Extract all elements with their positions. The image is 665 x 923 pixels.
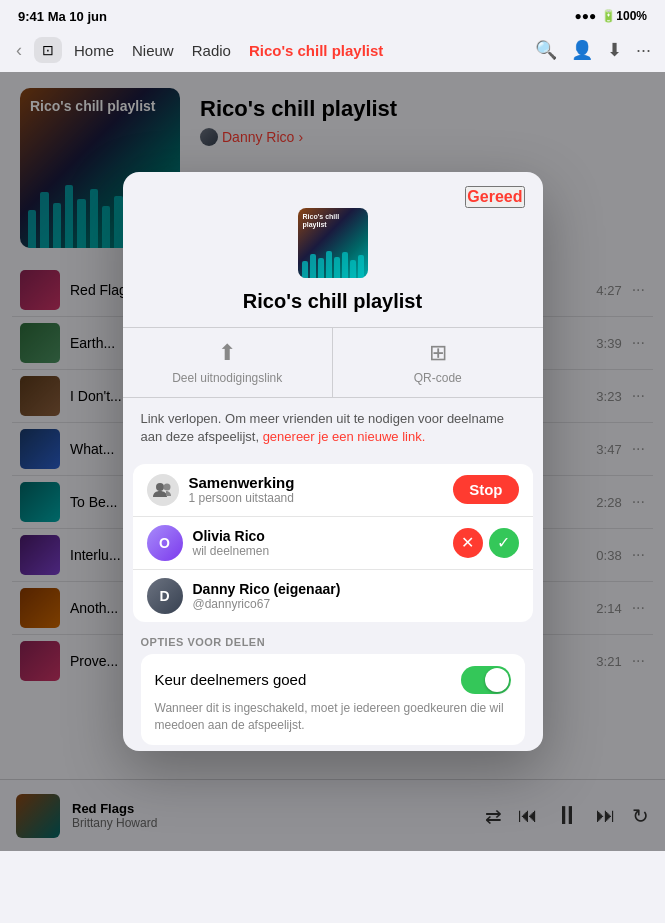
battery-icon: 🔋100% <box>601 9 647 23</box>
person-handle-danny: @dannyrico67 <box>193 597 519 611</box>
more-button[interactable]: ··· <box>634 38 653 63</box>
olivia-actions: ✕ ✓ <box>453 528 519 558</box>
qr-code-label: QR-code <box>414 371 462 385</box>
search-button[interactable]: 🔍 <box>533 37 559 63</box>
options-section-label: OPTIES VOOR DELEN <box>141 636 525 648</box>
status-right: ●●● 🔋100% <box>575 9 647 23</box>
svg-point-0 <box>156 483 164 491</box>
toggle-description: Wanneer dit is ingeschakeld, moet je ied… <box>155 700 511 734</box>
tab-home[interactable]: Home <box>74 42 114 59</box>
modal-cover-text: Rico's chill playlist <box>303 213 363 230</box>
collaboration-section: Samenwerking 1 persoon uitstaand Stop O … <box>133 464 533 622</box>
back-button[interactable]: ‹ <box>12 36 26 65</box>
tab-radio[interactable]: Radio <box>192 42 231 59</box>
nav-bar: ‹ ⊡ Home Nieuw Radio Rico's chill playli… <box>0 28 665 72</box>
share-tab-qr[interactable]: ⊞ QR-code <box>333 328 543 397</box>
modal-cover-container: Rico's chill playlist <box>123 208 543 290</box>
tab-nieuw[interactable]: Nieuw <box>132 42 174 59</box>
collab-count: 1 persoon uitstaand <box>189 491 295 505</box>
modal-header: Gereed <box>123 172 543 208</box>
accept-olivia-button[interactable]: ✓ <box>489 528 519 558</box>
person-info-danny: Danny Rico (eigenaar) @dannyrico67 <box>193 581 519 611</box>
approve-toggle[interactable] <box>461 666 511 694</box>
person-status-olivia: wil deelnemen <box>193 544 443 558</box>
status-bar: 9:41 Ma 10 jun ●●● 🔋100% <box>0 0 665 28</box>
modal-overlay: Gereed Rico's chill playlist <box>0 72 665 851</box>
person-row-olivia: O Olivia Rico wil deelnemen ✕ ✓ <box>133 517 533 570</box>
status-time: 9:41 Ma 10 jun <box>18 9 107 24</box>
person-row-danny: D Danny Rico (eigenaar) @dannyrico67 <box>133 570 533 622</box>
tab-playlist[interactable]: Rico's chill playlist <box>249 42 383 59</box>
modal-cover-art: Rico's chill playlist <box>298 208 368 278</box>
svg-point-1 <box>163 483 170 490</box>
sidebar-icon: ⊡ <box>42 42 54 58</box>
options-section: OPTIES VOOR DELEN Keur deelnemers goed W… <box>123 628 543 752</box>
toggle-row: Keur deelnemers goed <box>155 666 511 694</box>
share-tabs: ⬆ Deel uitnodigings­link ⊞ QR-code <box>123 327 543 398</box>
toggle-label: Keur deelnemers goed <box>155 671 307 688</box>
options-row: Keur deelnemers goed Wanneer dit is inge… <box>141 654 525 746</box>
share-tab-invite[interactable]: ⬆ Deel uitnodigings­link <box>123 328 334 397</box>
collab-title: Samenwerking <box>189 474 295 491</box>
link-section: Link verlopen. Om meer vrienden uit te n… <box>123 398 543 458</box>
share-invite-label: Deel uitnodigings­link <box>172 371 282 385</box>
generate-link-button[interactable]: genereer je een nieuwe link. <box>263 429 426 444</box>
profile-button[interactable]: 👤 <box>569 37 595 63</box>
nav-actions: 🔍 👤 ⬇ ··· <box>533 37 653 63</box>
share-modal: Gereed Rico's chill playlist <box>123 172 543 752</box>
reject-olivia-button[interactable]: ✕ <box>453 528 483 558</box>
person-info-olivia: Olivia Rico wil deelnemen <box>193 528 443 558</box>
main-content: Rico's chill playlist Rico's chill playl… <box>0 72 665 851</box>
collaboration-icon <box>147 474 179 506</box>
collab-info: Samenwerking 1 persoon uitstaand <box>189 474 295 505</box>
collab-left: Samenwerking 1 persoon uitstaand <box>147 474 295 506</box>
avatar-danny: D <box>147 578 183 614</box>
stop-collaboration-button[interactable]: Stop <box>453 475 518 504</box>
avatar-olivia: O <box>147 525 183 561</box>
qr-code-icon: ⊞ <box>429 340 447 366</box>
nav-tabs: Home Nieuw Radio Rico's chill playlist <box>74 42 525 59</box>
toggle-knob <box>485 668 509 692</box>
share-invite-icon: ⬆ <box>218 340 236 366</box>
person-name-danny: Danny Rico (eigenaar) <box>193 581 519 597</box>
sidebar-toggle-button[interactable]: ⊡ <box>34 37 62 63</box>
modal-title: Rico's chill playlist <box>123 290 543 327</box>
modal-done-button[interactable]: Gereed <box>465 186 524 208</box>
collab-header: Samenwerking 1 persoon uitstaand Stop <box>133 464 533 517</box>
modal-cover-bars <box>298 248 368 278</box>
person-name-olivia: Olivia Rico <box>193 528 443 544</box>
wifi-icon: ●●● <box>575 9 597 23</box>
download-button[interactable]: ⬇ <box>605 37 624 63</box>
